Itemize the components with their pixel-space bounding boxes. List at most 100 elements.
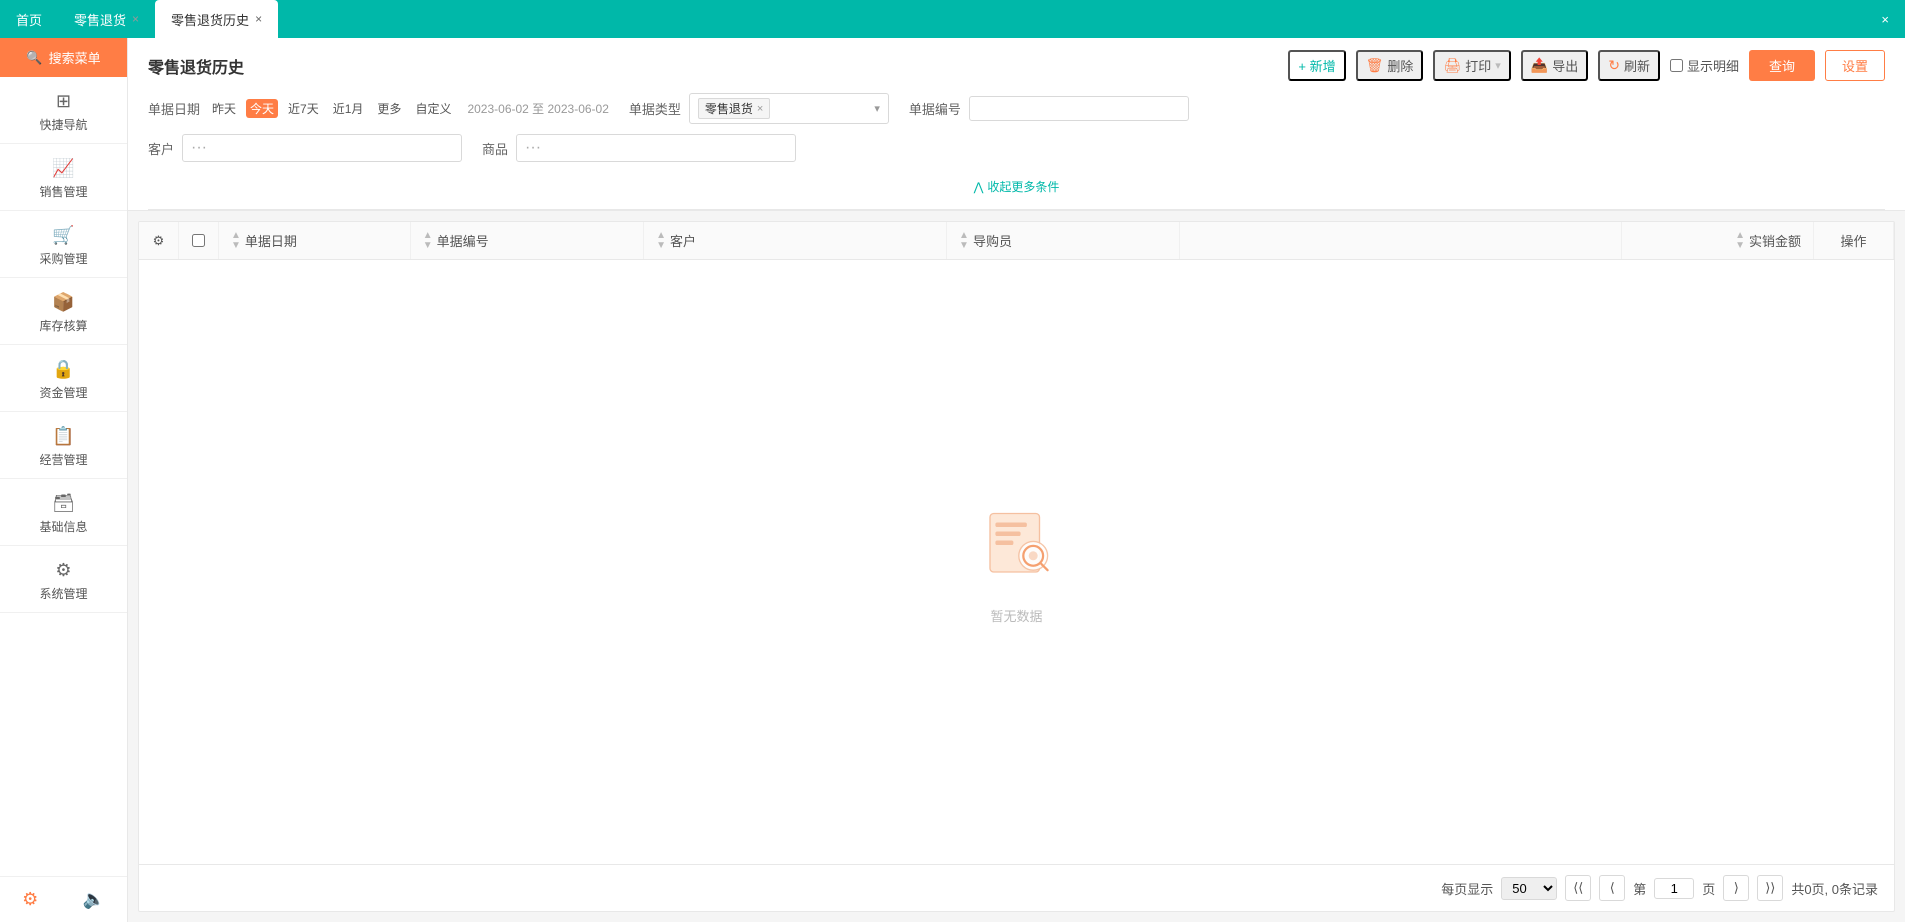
- sidebar-item-quick-nav[interactable]: ⊞ 快捷导航: [0, 77, 127, 144]
- window-close-button[interactable]: ×: [1881, 12, 1905, 27]
- filter-date: 单据日期 昨天 今天 近7天 近1月 更多 自定义 2023-06-02 至 2…: [148, 99, 609, 118]
- date-opt-1month[interactable]: 近1月: [329, 99, 368, 118]
- print-button[interactable]: 🖨 打印 ▾: [1433, 50, 1510, 81]
- th-action: 操作: [1814, 222, 1894, 259]
- select-all-checkbox[interactable]: [192, 234, 205, 247]
- sales-mgmt-icon: 📈: [52, 158, 74, 179]
- empty-icon: [972, 500, 1062, 590]
- empty-text: 暂无数据: [990, 606, 1042, 625]
- setting-button[interactable]: 设置: [1825, 50, 1885, 81]
- sidebar-item-operations[interactable]: 📋 经营管理: [0, 412, 127, 479]
- table-container: ⚙ ▲▼ 单据日期 ▲▼ 单据编号 ▲▼ 客户 ▲▼: [138, 221, 1895, 912]
- per-page-select[interactable]: 50 10 20 100: [1501, 877, 1557, 900]
- collapse-icon: ⋀: [974, 180, 984, 194]
- th-customer[interactable]: ▲▼ 客户: [644, 222, 947, 259]
- page-number-input[interactable]: [1654, 878, 1694, 899]
- th-amount[interactable]: ▲▼ 实销金额: [1622, 222, 1814, 259]
- tab-home[interactable]: 首页: [0, 0, 58, 38]
- filter-row-2: 客户 ··· 商品 ···: [148, 134, 1885, 162]
- filter-customer: 客户 ···: [148, 134, 462, 162]
- th-settings[interactable]: ⚙: [139, 222, 179, 259]
- new-button[interactable]: + 新增: [1288, 50, 1345, 81]
- sidebar: 🔍 搜索菜单 ⊞ 快捷导航 📈 销售管理 🛒 采购管理 📦 库存核算 🔒 资金管…: [0, 38, 128, 922]
- tab-retail-return[interactable]: 零售退货 ×: [58, 0, 155, 38]
- page-next-button[interactable]: ⟩: [1723, 875, 1749, 901]
- sidebar-item-basic-info[interactable]: 🗃 基础信息: [0, 479, 127, 546]
- voucher-number-label: 单据编号: [909, 99, 961, 118]
- page-first-button[interactable]: ⟨⟨: [1565, 875, 1591, 901]
- tab-retail-return-history-close[interactable]: ×: [255, 12, 262, 26]
- table-header: ⚙ ▲▼ 单据日期 ▲▼ 单据编号 ▲▼ 客户 ▲▼: [139, 222, 1894, 260]
- pagination: 每页显示 50 10 20 100 ⟨⟨ ⟨ 第 页 ⟩ ⟩⟩ 共0页, 0条记…: [139, 864, 1894, 911]
- filter-area: 单据日期 昨天 今天 近7天 近1月 更多 自定义 2023-06-02 至 2…: [148, 93, 1885, 210]
- goods-placeholder: ···: [525, 139, 541, 157]
- th-number[interactable]: ▲▼ 单据编号: [411, 222, 644, 259]
- th-spacer: [1180, 222, 1622, 259]
- settings-gear-icon: ⚙: [153, 233, 165, 249]
- voucher-type-tag: 零售退货 ×: [698, 98, 770, 119]
- page-header: 零售退货历史 + 新增 🗑 删除 🖨 打印 ▾ 📤: [128, 38, 1905, 211]
- operations-icon: 📋: [52, 426, 74, 447]
- page-prev-button[interactable]: ⟨: [1599, 875, 1625, 901]
- basic-info-icon: 🗃: [52, 493, 75, 514]
- sidebar-item-finance[interactable]: 🔒 资金管理: [0, 345, 127, 412]
- date-opt-today[interactable]: 今天: [246, 99, 278, 118]
- voucher-number-input[interactable]: [969, 96, 1189, 121]
- date-range-display: 2023-06-02 至 2023-06-02: [467, 100, 608, 117]
- th-checkbox[interactable]: [179, 222, 219, 259]
- page-last-button[interactable]: ⟩⟩: [1757, 875, 1783, 901]
- customer-select[interactable]: ···: [182, 134, 462, 162]
- refresh-button[interactable]: ↻ 刷新: [1598, 50, 1660, 81]
- date-opt-custom[interactable]: 自定义: [411, 99, 455, 118]
- amount-sort-icon: ▲▼: [1735, 231, 1745, 251]
- main-content: 零售退货历史 + 新增 🗑 删除 🖨 打印 ▾ 📤: [128, 38, 1905, 922]
- date-opt-yesterday[interactable]: 昨天: [208, 99, 240, 118]
- sidebar-search[interactable]: 🔍 搜索菜单: [0, 38, 127, 77]
- sidebar-audio-icon[interactable]: 🔈: [82, 889, 104, 910]
- sidebar-item-system-mgmt[interactable]: ⚙ 系统管理: [0, 546, 127, 613]
- empty-state: 暂无数据: [139, 260, 1894, 864]
- collapse-button[interactable]: ⋀ 收起更多条件: [974, 178, 1060, 195]
- customer-filter-label: 客户: [148, 139, 174, 158]
- guide-sort-icon: ▲▼: [959, 231, 969, 251]
- delete-icon: 🗑: [1366, 57, 1384, 74]
- export-button[interactable]: 📤 导出: [1521, 50, 1588, 81]
- date-opt-more[interactable]: 更多: [373, 99, 405, 118]
- th-date[interactable]: ▲▼ 单据日期: [219, 222, 411, 259]
- print-icon: 🖨: [1443, 57, 1461, 74]
- voucher-type-tag-close[interactable]: ×: [757, 103, 763, 115]
- sidebar-item-sales-mgmt[interactable]: 📈 销售管理: [0, 144, 127, 211]
- voucher-type-label: 单据类型: [629, 99, 681, 118]
- tab-retail-return-history[interactable]: 零售退货历史 ×: [155, 0, 278, 38]
- goods-select[interactable]: ···: [516, 134, 796, 162]
- filter-voucher-number: 单据编号: [909, 96, 1189, 121]
- top-tab-bar: 首页 零售退货 × 零售退货历史 × ×: [0, 0, 1905, 38]
- customer-sort-icon: ▲▼: [656, 231, 666, 251]
- number-sort-icon: ▲▼: [423, 231, 433, 251]
- date-options: 昨天 今天 近7天 近1月 更多 自定义: [208, 99, 455, 118]
- customer-placeholder: ···: [191, 139, 207, 157]
- sidebar-settings-icon[interactable]: ⚙: [22, 889, 38, 910]
- query-button[interactable]: 查询: [1749, 50, 1815, 81]
- date-filter-label: 单据日期: [148, 99, 200, 118]
- sidebar-item-inventory[interactable]: 📦 库存核算: [0, 278, 127, 345]
- goods-filter-label: 商品: [482, 139, 508, 158]
- toolbar: + 新增 🗑 删除 🖨 打印 ▾ 📤 导出: [1288, 50, 1885, 81]
- show-detail-input[interactable]: [1670, 59, 1683, 72]
- refresh-icon: ↻: [1608, 57, 1620, 74]
- date-opt-7days[interactable]: 近7天: [284, 99, 323, 118]
- inventory-icon: 📦: [52, 292, 74, 313]
- search-icon: 🔍: [26, 50, 42, 66]
- date-sort-icon: ▲▼: [231, 231, 241, 251]
- voucher-type-select[interactable]: 零售退货 × ▾: [689, 93, 889, 124]
- sidebar-bottom: ⚙ 🔈: [0, 876, 127, 922]
- show-detail-checkbox[interactable]: 显示明细: [1670, 56, 1739, 75]
- page-title: 零售退货历史: [148, 54, 244, 78]
- system-mgmt-icon: ⚙: [55, 560, 71, 581]
- filter-row-1: 单据日期 昨天 今天 近7天 近1月 更多 自定义 2023-06-02 至 2…: [148, 93, 1885, 124]
- sidebar-item-purchase-mgmt[interactable]: 🛒 采购管理: [0, 211, 127, 278]
- th-guide[interactable]: ▲▼ 导购员: [947, 222, 1180, 259]
- filter-goods: 商品 ···: [482, 134, 796, 162]
- tab-retail-return-close[interactable]: ×: [132, 12, 139, 26]
- delete-button[interactable]: 🗑 删除: [1356, 50, 1424, 81]
